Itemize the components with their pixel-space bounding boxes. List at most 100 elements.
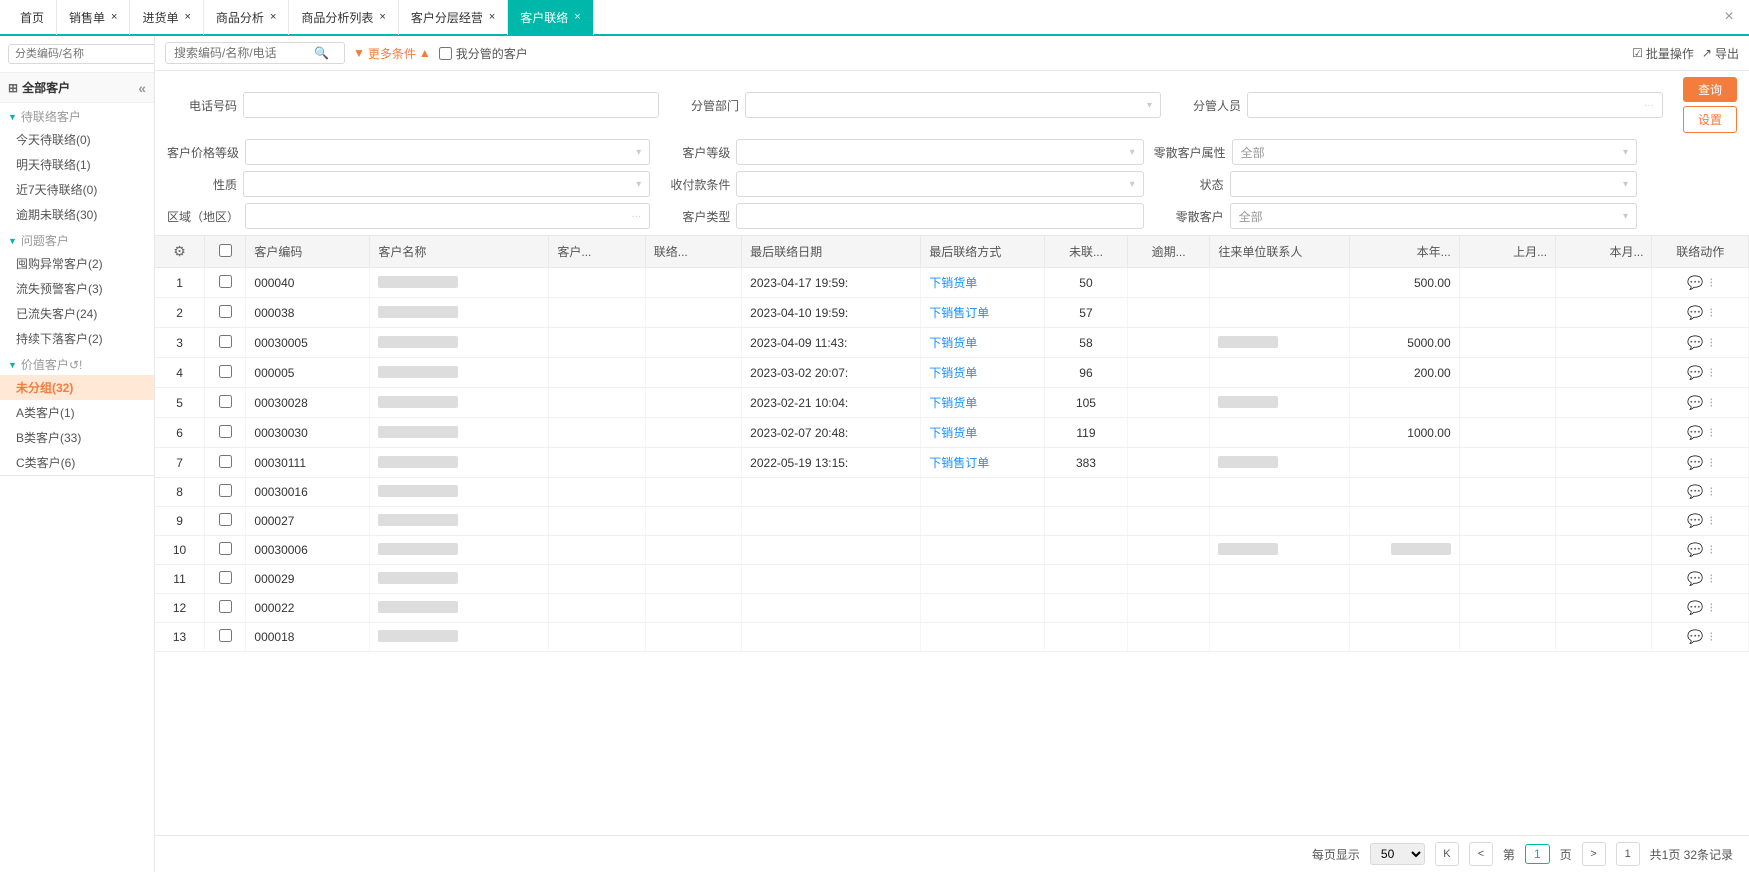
last-page-button[interactable]: 1 bbox=[1616, 842, 1640, 866]
row-checkbox[interactable] bbox=[219, 455, 232, 468]
sidebar-item-abnormal[interactable]: 囤购异常客户(2) bbox=[0, 251, 154, 276]
row-last-contact-method[interactable]: 下销货单 bbox=[921, 358, 1045, 388]
row-checkbox[interactable] bbox=[219, 542, 232, 555]
grid-action-icon[interactable]: ⁝ bbox=[1709, 484, 1713, 500]
message-icon[interactable]: 💬 bbox=[1687, 600, 1703, 616]
grid-action-icon[interactable]: ⁝ bbox=[1709, 542, 1713, 558]
message-icon[interactable]: 💬 bbox=[1687, 513, 1703, 529]
row-checkbox-cell[interactable] bbox=[205, 268, 246, 298]
row-last-contact-method[interactable] bbox=[921, 594, 1045, 623]
row-checkbox-cell[interactable] bbox=[205, 536, 246, 565]
sidebar-item-group-c[interactable]: C类客户(6) bbox=[0, 450, 154, 475]
tab-customer-segment-close[interactable]: × bbox=[489, 11, 495, 23]
row-last-contact-method[interactable]: 下销货单 bbox=[921, 418, 1045, 448]
row-last-contact-method[interactable] bbox=[921, 623, 1045, 652]
filter-input-customer-type[interactable] bbox=[736, 203, 1143, 229]
filter-input-phone[interactable] bbox=[243, 92, 659, 118]
grid-action-icon[interactable]: ⁝ bbox=[1709, 365, 1713, 381]
contact-method-link[interactable]: 下销货单 bbox=[929, 276, 977, 290]
filter-input-scatter-attr[interactable]: 全部 ▾ bbox=[1232, 139, 1637, 165]
contact-method-link[interactable]: 下销货单 bbox=[929, 336, 977, 350]
filter-input-status[interactable]: ▾ bbox=[1230, 171, 1637, 197]
filter-input-scatter[interactable]: 全部 ▾ bbox=[1230, 203, 1637, 229]
message-icon[interactable]: 💬 bbox=[1687, 455, 1703, 471]
waiting-contact-group-label[interactable]: ▼ 待联络客户 bbox=[0, 103, 154, 127]
tab-purchase-order-close[interactable]: × bbox=[184, 11, 190, 23]
sidebar-item-today[interactable]: 今天待联络(0) bbox=[0, 127, 154, 152]
sidebar-collapse-icon[interactable]: « bbox=[138, 80, 146, 96]
more-conditions-button[interactable]: ▼ 更多条件 ▲ bbox=[353, 45, 431, 62]
sidebar-item-near7days[interactable]: 近7天待联络(0) bbox=[0, 177, 154, 202]
row-checkbox[interactable] bbox=[219, 629, 232, 642]
row-checkbox[interactable] bbox=[219, 484, 232, 497]
row-checkbox[interactable] bbox=[219, 600, 232, 613]
value-customers-group-label[interactable]: ▼ 价值客户 ↺ ! bbox=[0, 351, 154, 375]
main-search-icon[interactable]: 🔍 bbox=[314, 46, 329, 60]
my-customers-checkbox-area[interactable]: 我分管的客户 bbox=[439, 45, 528, 62]
row-checkbox[interactable] bbox=[219, 275, 232, 288]
prev-page-button[interactable]: < bbox=[1469, 842, 1493, 866]
message-icon[interactable]: 💬 bbox=[1687, 542, 1703, 558]
row-last-contact-method[interactable]: 下销售订单 bbox=[921, 298, 1045, 328]
tab-purchase-order[interactable]: 进货单 × bbox=[130, 0, 203, 35]
filter-input-nature[interactable]: ▾ bbox=[243, 171, 650, 197]
message-icon[interactable]: 💬 bbox=[1687, 571, 1703, 587]
message-icon[interactable]: 💬 bbox=[1687, 335, 1703, 351]
refresh-icon[interactable]: ↺ bbox=[69, 358, 79, 372]
my-customers-checkbox[interactable] bbox=[439, 47, 452, 60]
filter-input-area[interactable]: ··· bbox=[245, 203, 650, 229]
filter-input-price-level[interactable]: ▾ bbox=[245, 139, 650, 165]
contact-method-link[interactable]: 下销货单 bbox=[929, 366, 977, 380]
sidebar-item-tomorrow[interactable]: 明天待联络(1) bbox=[0, 152, 154, 177]
sidebar-item-group-b[interactable]: B类客户(33) bbox=[0, 425, 154, 450]
row-checkbox[interactable] bbox=[219, 395, 232, 408]
filter-input-dept[interactable]: ▾ bbox=[745, 92, 1161, 118]
sidebar-search-input[interactable] bbox=[8, 44, 155, 64]
filter-input-payment[interactable]: ▾ bbox=[736, 171, 1143, 197]
row-checkbox-cell[interactable] bbox=[205, 448, 246, 478]
page-size-select[interactable]: 50 100 200 bbox=[1370, 843, 1425, 865]
row-last-contact-method[interactable]: 下销货单 bbox=[921, 388, 1045, 418]
row-last-contact-method[interactable] bbox=[921, 478, 1045, 507]
row-checkbox[interactable] bbox=[219, 365, 232, 378]
row-last-contact-method[interactable] bbox=[921, 536, 1045, 565]
tab-customer-contact-close[interactable]: × bbox=[574, 11, 580, 23]
row-last-contact-method[interactable]: 下销售订单 bbox=[921, 448, 1045, 478]
message-icon[interactable]: 💬 bbox=[1687, 305, 1703, 321]
row-checkbox-cell[interactable] bbox=[205, 358, 246, 388]
tab-product-analysis[interactable]: 商品分析 × bbox=[204, 0, 289, 35]
row-checkbox-cell[interactable] bbox=[205, 478, 246, 507]
row-last-contact-method[interactable] bbox=[921, 507, 1045, 536]
batch-op-button[interactable]: ☑ 批量操作 bbox=[1632, 45, 1694, 62]
grid-action-icon[interactable]: ⁝ bbox=[1709, 395, 1713, 411]
first-page-button[interactable]: K bbox=[1435, 842, 1459, 866]
message-icon[interactable]: 💬 bbox=[1687, 395, 1703, 411]
settings-column-header[interactable]: ⚙ bbox=[155, 236, 205, 268]
check-all-checkbox[interactable] bbox=[219, 244, 232, 257]
row-checkbox-cell[interactable] bbox=[205, 418, 246, 448]
sidebar-item-churn-warning[interactable]: 流失预警客户(3) bbox=[0, 276, 154, 301]
search-button[interactable]: 查询 bbox=[1683, 77, 1737, 102]
row-checkbox[interactable] bbox=[219, 305, 232, 318]
settings-gear-icon[interactable]: ⚙ bbox=[173, 243, 186, 259]
row-checkbox-cell[interactable] bbox=[205, 388, 246, 418]
contact-method-link[interactable]: 下销售订单 bbox=[929, 306, 989, 320]
tab-sales-order[interactable]: 销售单 × bbox=[57, 0, 130, 35]
contact-method-link[interactable]: 下销货单 bbox=[929, 396, 977, 410]
tab-customer-segment[interactable]: 客户分层经营 × bbox=[399, 0, 508, 35]
all-customers-header[interactable]: ⊞ 全部客户 « bbox=[0, 73, 154, 103]
row-last-contact-method[interactable] bbox=[921, 565, 1045, 594]
row-checkbox-cell[interactable] bbox=[205, 565, 246, 594]
grid-action-icon[interactable]: ⁝ bbox=[1709, 455, 1713, 471]
row-last-contact-method[interactable]: 下销货单 bbox=[921, 268, 1045, 298]
grid-action-icon[interactable]: ⁝ bbox=[1709, 629, 1713, 645]
row-checkbox-cell[interactable] bbox=[205, 298, 246, 328]
message-icon[interactable]: 💬 bbox=[1687, 365, 1703, 381]
reset-button[interactable]: 设置 bbox=[1683, 106, 1737, 133]
grid-action-icon[interactable]: ⁝ bbox=[1709, 305, 1713, 321]
row-checkbox-cell[interactable] bbox=[205, 328, 246, 358]
row-checkbox-cell[interactable] bbox=[205, 623, 246, 652]
row-last-contact-method[interactable]: 下销货单 bbox=[921, 328, 1045, 358]
row-checkbox[interactable] bbox=[219, 425, 232, 438]
tab-product-analysis-list[interactable]: 商品分析列表 × bbox=[289, 0, 398, 35]
